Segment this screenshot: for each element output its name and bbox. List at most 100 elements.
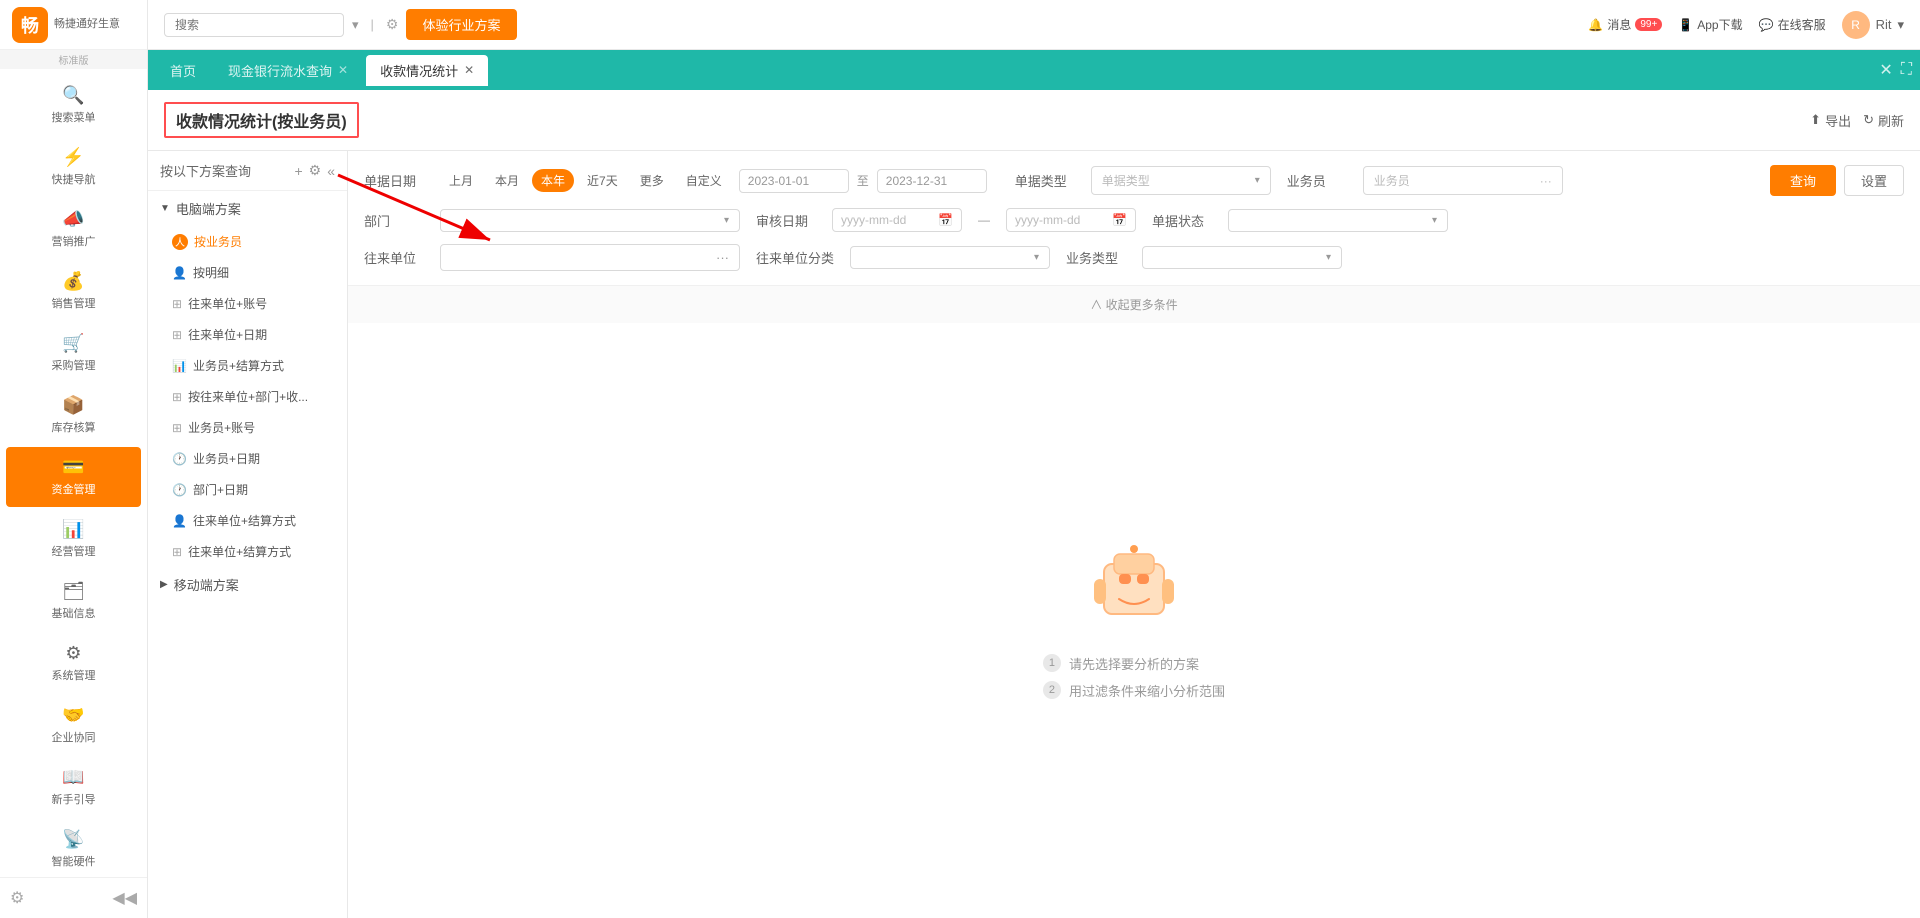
- sidebar-item-basic[interactable]: 🗂 基础信息: [6, 571, 141, 631]
- sidebar-item-label: 搜索菜单: [52, 109, 96, 125]
- schema-item-counterpart-account[interactable]: ⊞ 往来单位+账号: [148, 288, 347, 319]
- tab-bank-flow[interactable]: 现金银行流水查询 ✕: [214, 55, 362, 86]
- topbar-search-input[interactable]: [164, 13, 344, 37]
- sidebar-item-finance[interactable]: 💳 资金管理: [6, 447, 141, 507]
- group-arrow-icon: ▼: [160, 203, 170, 214]
- tab-close-all[interactable]: ✕: [1879, 60, 1892, 80]
- doc-type-select[interactable]: 单据类型 ▾: [1091, 166, 1271, 195]
- schema-group-mobile-title[interactable]: ▶ 移动端方案: [148, 567, 347, 602]
- topbar-icons: 🔔 消息 99+ 📱 App下载 💬 在线客服 R Rit ▾: [1588, 11, 1904, 39]
- audit-date-to-input[interactable]: yyyy-mm-dd 📅: [1006, 208, 1136, 232]
- sidebar-item-guide[interactable]: 📖 新手引导: [6, 757, 141, 817]
- marketing-icon: 📣: [62, 209, 84, 230]
- user-avatar-area[interactable]: R Rit ▾: [1842, 11, 1904, 39]
- shortcut-more[interactable]: 更多: [631, 169, 673, 192]
- schema-settings-button[interactable]: ⚙: [309, 162, 322, 179]
- service-icon: 💬: [1759, 18, 1774, 32]
- refresh-button[interactable]: ↻ 刷新: [1863, 111, 1904, 130]
- dept-select[interactable]: ▾: [440, 209, 740, 232]
- sidebar-item-inventory[interactable]: 📦 库存核算: [6, 385, 141, 445]
- tab-fullscreen[interactable]: ⛶: [1901, 61, 1912, 79]
- page-header: 收款情况统计(按业务员) ⬆ 导出 ↻ 刷新: [148, 90, 1920, 151]
- finance-icon: 💳: [62, 457, 84, 478]
- collection-stats-tab-close[interactable]: ✕: [464, 63, 474, 77]
- export-button[interactable]: ⬆ 导出: [1810, 111, 1851, 130]
- bank-flow-tab-close[interactable]: ✕: [338, 63, 348, 77]
- left-panel-title: 按以下方案查询: [160, 161, 251, 180]
- salesperson-date-icon: 🕐: [172, 452, 187, 466]
- sidebar-item-purchase[interactable]: 🛒 采购管理: [6, 323, 141, 383]
- empty-step-1: 1 请先选择要分析的方案: [1043, 654, 1225, 673]
- filter-row-2: 部门 ▾ 审核日期 yyyy-mm-dd 📅 —: [364, 208, 1904, 232]
- audit-date-from-input[interactable]: yyyy-mm-dd 📅: [832, 208, 962, 232]
- schema-item-salesperson-settlement[interactable]: 📊 业务员+结算方式: [148, 350, 347, 381]
- doc-status-arrow: ▾: [1432, 215, 1437, 226]
- schema-item-salesperson-date[interactable]: 🕐 业务员+日期: [148, 443, 347, 474]
- app-download-item[interactable]: 📱 App下载: [1678, 16, 1742, 33]
- sidebar-item-sales[interactable]: 💰 销售管理: [6, 261, 141, 321]
- date-to-input[interactable]: 2023-12-31: [877, 169, 987, 193]
- doc-status-select[interactable]: ▾: [1228, 209, 1448, 232]
- audit-from-placeholder: yyyy-mm-dd: [841, 213, 906, 227]
- shortcut-last-month[interactable]: 上月: [440, 169, 482, 192]
- footer-collapse-button[interactable]: ◀◀: [112, 888, 137, 908]
- sidebar-item-marketing[interactable]: 📣 营销推广: [6, 199, 141, 259]
- date-from-input[interactable]: 2023-01-01: [739, 169, 849, 193]
- shortcut-last-7-days[interactable]: 近7天: [578, 169, 627, 192]
- tab-home[interactable]: 首页: [156, 55, 210, 86]
- shortcut-this-year[interactable]: 本年: [532, 169, 574, 192]
- sidebar-item-quicknav[interactable]: ⚡ 快捷导航: [6, 137, 141, 197]
- counterpart-dots[interactable]: ···: [716, 250, 729, 265]
- schema-item-counterpart-date[interactable]: ⊞ 往来单位+日期: [148, 319, 347, 350]
- sidebar-item-search[interactable]: 🔍 搜索菜单: [6, 75, 141, 135]
- doc-status-label: 单据状态: [1152, 211, 1212, 230]
- schema-item-by-detail[interactable]: 👤 按明细: [148, 257, 347, 288]
- online-service-item[interactable]: 💬 在线客服: [1759, 16, 1826, 33]
- topbar-settings-icon[interactable]: ⚙: [386, 16, 399, 33]
- topbar-search-dropdown[interactable]: ▾: [352, 17, 359, 33]
- sidebar-item-enterprise[interactable]: 🤝 企业协同: [6, 695, 141, 755]
- logo-text: 畅捷通好生意: [54, 17, 120, 31]
- tab-collection-stats[interactable]: 收款情况统计 ✕: [366, 55, 488, 86]
- counterpart-category-arrow: ▾: [1034, 252, 1039, 263]
- empty-steps-list: 1 请先选择要分析的方案 2 用过滤条件来缩小分析范围: [1043, 654, 1225, 708]
- filter-area: 单据日期 上月 本月 本年 近7天 更多 自定义: [348, 151, 1920, 286]
- business-type-select[interactable]: ▾: [1142, 246, 1342, 269]
- shortcut-this-month[interactable]: 本月: [486, 169, 528, 192]
- audit-date-label: 审核日期: [756, 211, 816, 230]
- dept-arrow: ▾: [724, 215, 729, 226]
- sidebar-item-iot[interactable]: 📡 智能硬件: [6, 819, 141, 877]
- schema-item-by-salesperson[interactable]: 人 按业务员: [148, 226, 347, 257]
- iot-icon: 📡: [62, 829, 84, 850]
- page-header-actions: ⬆ 导出 ↻ 刷新: [1810, 111, 1904, 130]
- counterpart-category-select[interactable]: ▾: [850, 246, 1050, 269]
- settings-button[interactable]: 设置: [1844, 165, 1904, 196]
- schema-item-dept-date[interactable]: 🕐 部门+日期: [148, 474, 347, 505]
- audit-date-separator: —: [978, 213, 990, 227]
- left-panel-actions: + ⚙ «: [294, 162, 335, 179]
- sidebar-item-system[interactable]: ⚙ 系统管理: [6, 633, 141, 693]
- schema-collapse-button[interactable]: «: [327, 163, 335, 179]
- date-separator: 至: [857, 172, 869, 189]
- collapse-bar[interactable]: ∧ 收起更多条件: [348, 286, 1920, 323]
- sidebar-item-operation[interactable]: 📊 经营管理: [6, 509, 141, 569]
- add-schema-button[interactable]: +: [294, 163, 302, 179]
- inventory-icon: 📦: [62, 395, 84, 416]
- date-label: 单据日期: [364, 171, 424, 190]
- schema-group-desktop-title[interactable]: ▼ 电脑端方案: [148, 191, 347, 226]
- counterpart-settlement1-icon: 👤: [172, 514, 187, 528]
- schema-item-salesperson-account[interactable]: ⊞ 业务员+账号: [148, 412, 347, 443]
- footer-settings-button[interactable]: ⚙: [10, 888, 24, 908]
- schema-item-counterpart-dept[interactable]: ⊞ 按往来单位+部门+收...: [148, 381, 347, 412]
- schema-item-counterpart-settlement2[interactable]: ⊞ 往来单位+结算方式: [148, 536, 347, 567]
- schema-item-counterpart-settlement1[interactable]: 👤 往来单位+结算方式: [148, 505, 347, 536]
- notification-item[interactable]: 🔔 消息 99+: [1588, 16, 1662, 33]
- salesperson-select[interactable]: 业务员 ···: [1363, 166, 1563, 195]
- page-area: 收款情况统计(按业务员) ⬆ 导出 ↻ 刷新 按以下方: [148, 90, 1920, 918]
- query-button[interactable]: 查询: [1770, 165, 1836, 196]
- filter-actions: 查询 设置: [1770, 165, 1904, 196]
- filter-row-1: 单据日期 上月 本月 本年 近7天 更多 自定义: [364, 165, 1904, 196]
- counterpart-input[interactable]: ···: [440, 244, 740, 271]
- shortcut-custom[interactable]: 自定义: [677, 169, 731, 192]
- trial-btn[interactable]: 体验行业方案: [406, 9, 516, 40]
